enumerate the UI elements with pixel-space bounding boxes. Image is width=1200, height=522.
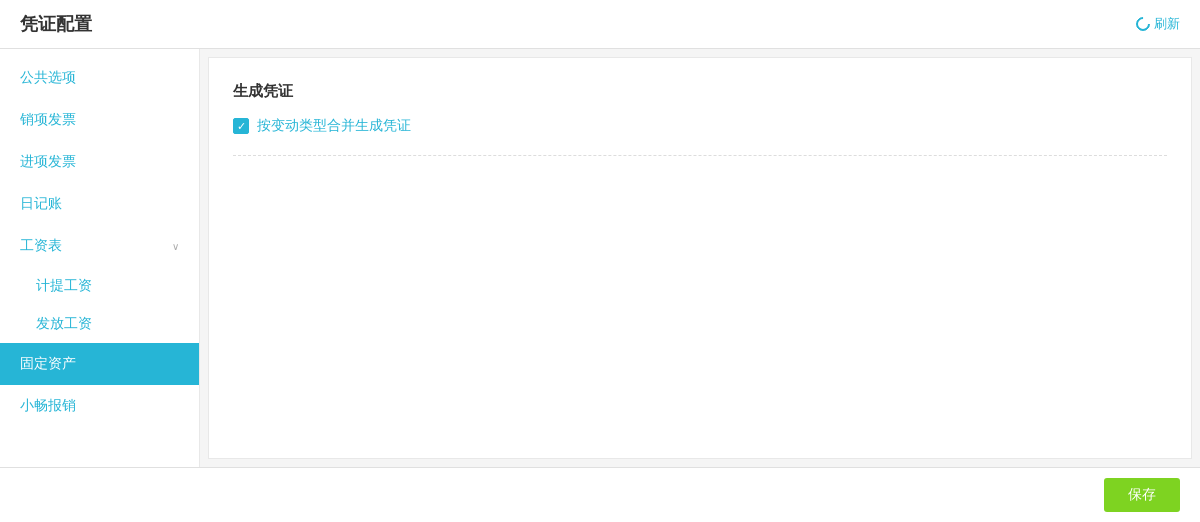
sidebar-item-fixed-assets[interactable]: 固定资产 bbox=[0, 343, 199, 385]
sidebar-item-payroll[interactable]: 工资表 ∨ bbox=[0, 225, 199, 267]
sidebar-item-label: 销项发票 bbox=[20, 111, 76, 129]
sidebar-item-label: 固定资产 bbox=[20, 355, 76, 373]
main-content: 生成凭证 ✓ 按变动类型合并生成凭证 bbox=[208, 57, 1192, 459]
sidebar-item-journal[interactable]: 日记账 bbox=[0, 183, 199, 225]
section-divider bbox=[233, 155, 1167, 156]
merge-type-checkbox[interactable]: ✓ bbox=[233, 118, 249, 134]
sidebar-item-public[interactable]: 公共选项 bbox=[0, 57, 199, 99]
chevron-down-icon: ∨ bbox=[172, 241, 179, 252]
sidebar-subitem-distribute[interactable]: 发放工资 bbox=[0, 305, 199, 343]
page-title: 凭证配置 bbox=[20, 12, 92, 36]
body-container: 公共选项销项发票进项发票日记账工资表 ∨ 计提工资发放工资固定资产小畅报销 生成凭证… bbox=[0, 49, 1200, 467]
checkbox-label[interactable]: 按变动类型合并生成凭证 bbox=[257, 117, 411, 135]
sidebar-item-label: 工资表 bbox=[20, 237, 62, 255]
sidebar-item-label: 日记账 bbox=[20, 195, 62, 213]
sidebar-item-label: 进项发票 bbox=[20, 153, 76, 171]
sidebar-item-sales-invoice[interactable]: 销项发票 bbox=[0, 99, 199, 141]
sidebar: 公共选项销项发票进项发票日记账工资表 ∨ 计提工资发放工资固定资产小畅报销 bbox=[0, 49, 200, 467]
header: 凭证配置 刷新 bbox=[0, 0, 1200, 49]
refresh-button[interactable]: 刷新 bbox=[1136, 15, 1180, 33]
save-button[interactable]: 保存 bbox=[1104, 478, 1180, 512]
refresh-icon bbox=[1133, 14, 1153, 34]
sidebar-item-label: 小畅报销 bbox=[20, 397, 76, 415]
sidebar-item-purchase-invoice[interactable]: 进项发票 bbox=[0, 141, 199, 183]
checkbox-row: ✓ 按变动类型合并生成凭证 bbox=[233, 117, 1167, 135]
sidebar-item-expense[interactable]: 小畅报销 bbox=[0, 385, 199, 427]
sidebar-item-label: 公共选项 bbox=[20, 69, 76, 87]
footer: 保存 bbox=[0, 467, 1200, 522]
section-title: 生成凭证 bbox=[233, 82, 1167, 101]
refresh-label: 刷新 bbox=[1154, 15, 1180, 33]
sidebar-subitem-commission[interactable]: 计提工资 bbox=[0, 267, 199, 305]
checkmark-icon: ✓ bbox=[237, 121, 246, 132]
